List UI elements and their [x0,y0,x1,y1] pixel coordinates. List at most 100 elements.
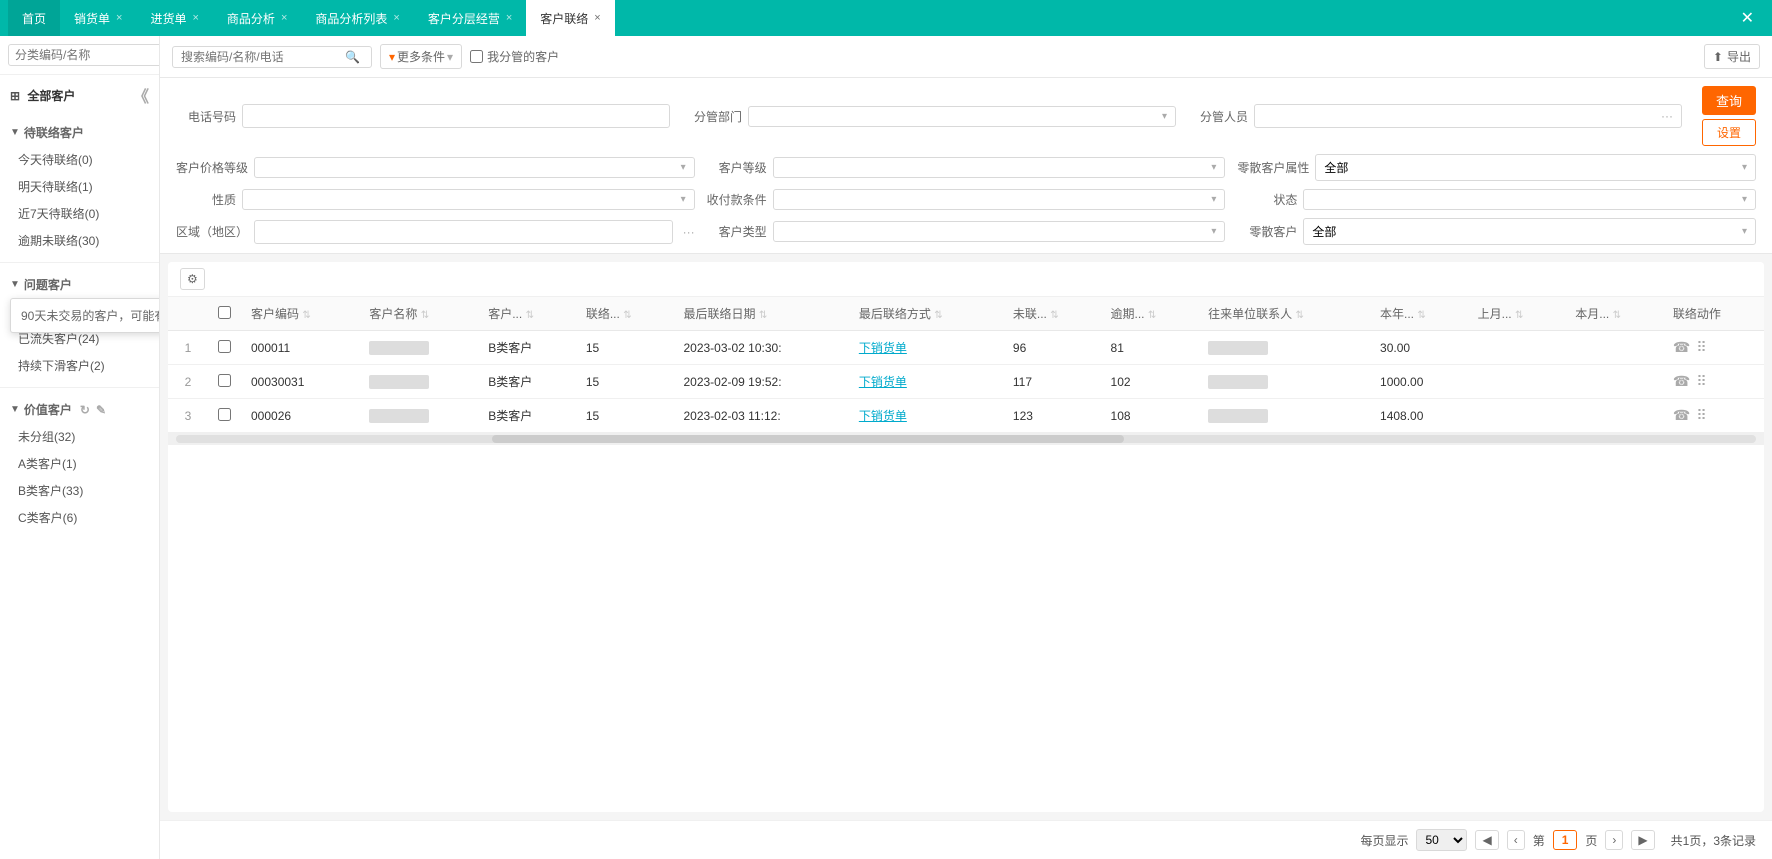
lmonth-sort-icon: ⇅ [1515,310,1523,321]
last-page-button[interactable]: ▶ [1631,830,1654,850]
th-this-year[interactable]: 本年... ⇅ [1370,297,1468,331]
sidebar-item-declining[interactable]: 持续下滑客户(2) [0,352,159,379]
th-last-month[interactable]: 上月... ⇅ [1468,297,1566,331]
refresh-icon[interactable]: ↻ [80,403,90,417]
close-customer-link-tab[interactable]: × [594,12,600,24]
th-this-month[interactable]: 本月... ⇅ [1565,297,1663,331]
sidebar-item-ungrouped[interactable]: 未分组(32) [0,423,159,450]
sidebar-item-tomorrow[interactable]: 明天待联络(1) [0,173,159,200]
tab-customer-link[interactable]: 客户联络 × [526,0,614,36]
sidebar-value-title[interactable]: ▼ 价值客户 ↻ ✎ [0,396,159,423]
sidebar-item-overdue[interactable]: 逾期未联络(30) [0,227,159,254]
last-method-link-1[interactable]: 下销货单 [859,375,907,389]
my-customers-checkbox[interactable]: 我分管的客户 [470,48,559,65]
action-more-icon-0[interactable]: ⠿ [1696,339,1706,356]
tab-sales[interactable]: 销货单 × [60,0,136,36]
close-analysis-list-tab[interactable]: × [393,12,399,24]
per-page-select[interactable]: 50 100 [1416,829,1467,851]
sidebar-item-a-class[interactable]: A类客户(1) [0,450,159,477]
filter-payment-select[interactable]: ▾ [773,189,1226,210]
scrollbar-thumb[interactable] [492,435,1124,443]
filter-status-select[interactable]: ▾ [1303,189,1756,210]
filter-zero-cust-select[interactable]: 全部 ▾ [1303,218,1756,245]
search-submit-icon[interactable]: 🔍 [345,50,360,64]
window-close-button[interactable]: ✕ [1731,8,1764,28]
cell-checkbox-2[interactable] [208,399,241,433]
search-bar: 🔍 ▾ 更多条件 ▾ 我分管的客户 ⬆ 导出 [160,36,1772,78]
filter-price-level-select[interactable]: ▾ [254,157,695,178]
sidebar-lost-title[interactable]: ▼ 问题客户 [0,271,159,298]
region-more-icon[interactable]: ··· [683,225,695,239]
filter-customer-level-select[interactable]: ▾ [773,157,1226,178]
last-method-link-2[interactable]: 下销货单 [859,409,907,423]
th-name[interactable]: 客户名称 ⇅ [359,297,478,331]
close-customer-tier-tab[interactable]: × [506,12,512,24]
content-area: 🔍 ▾ 更多条件 ▾ 我分管的客户 ⬆ 导出 电话号码 [160,36,1772,859]
action-contact-icon-1[interactable]: ☎ [1673,373,1690,390]
table-gear-button[interactable]: ⚙ [180,268,205,290]
row-checkbox-0[interactable] [218,340,231,353]
query-button[interactable]: 查询 [1702,86,1756,115]
cell-last-month-1 [1468,365,1566,399]
cell-checkbox-1[interactable] [208,365,241,399]
sidebar-item-7days[interactable]: 近7天待联络(0) [0,200,159,227]
tab-analysis-list[interactable]: 商品分析列表 × [301,0,413,36]
tab-analysis[interactable]: 商品分析 × [213,0,301,36]
sidebar-pending-title[interactable]: ▼ 待联络客户 [0,119,159,146]
filter-person-select[interactable]: ··· [1254,104,1682,128]
th-last-contact-date[interactable]: 最后联络日期 ⇅ [673,297,848,331]
setting-button[interactable]: 设置 [1702,119,1756,146]
cell-code-2: 000026 [241,399,359,433]
search-input[interactable] [181,50,341,64]
more-conditions-button[interactable]: ▾ 更多条件 ▾ [380,44,462,69]
prev-page-button[interactable]: ‹ [1507,830,1525,850]
filter-dept-select[interactable]: ▾ [748,106,1176,127]
tab-customer-tier[interactable]: 客户分层经营 × [414,0,526,36]
filter-nature-select[interactable]: ▾ [242,189,695,210]
export-button[interactable]: ⬆ 导出 [1704,44,1760,69]
sidebar-search-input[interactable] [8,44,160,66]
action-more-icon-1[interactable]: ⠿ [1696,373,1706,390]
sidebar-all-customers-title[interactable]: ⊞ 全部客户 《 [0,75,159,115]
th-uncontacted[interactable]: 未联... ⇅ [1003,297,1101,331]
action-contact-icon-2[interactable]: ☎ [1673,407,1690,424]
select-all-checkbox[interactable] [218,306,231,319]
last-method-link-0[interactable]: 下销货单 [859,341,907,355]
th-type[interactable]: 客户... ⇅ [478,297,576,331]
filter-ctype-select[interactable]: ▾ [773,221,1226,242]
close-purchase-tab[interactable]: × [192,12,198,24]
cell-name-2 [359,399,478,433]
close-analysis-tab[interactable]: × [281,12,287,24]
th-contact[interactable]: 联络... ⇅ [576,297,674,331]
sidebar-item-c-class[interactable]: C类客户(6) [0,504,159,531]
my-customers-check[interactable] [470,50,483,63]
sidebar-item-b-class[interactable]: B类客户(33) [0,477,159,504]
action-contact-icon-0[interactable]: ☎ [1673,339,1690,356]
tab-purchase[interactable]: 进货单 × [136,0,212,36]
close-sales-tab[interactable]: × [116,12,122,24]
filter-region-input[interactable] [254,220,673,244]
filter-phone-label: 电话号码 [176,108,236,125]
row-checkbox-2[interactable] [218,408,231,421]
th-code[interactable]: 客户编码 ⇅ [241,297,359,331]
next-page-button[interactable]: › [1605,830,1623,850]
first-page-button[interactable]: ◀ [1475,830,1498,850]
cell-checkbox-0[interactable] [208,331,241,365]
action-more-icon-2[interactable]: ⠿ [1696,407,1706,424]
th-last-contact-method[interactable]: 最后联络方式 ⇅ [849,297,1003,331]
sidebar-collapse-button[interactable]: 《 [133,83,149,107]
edit-icon[interactable]: ✎ [96,403,106,417]
tab-home[interactable]: 首页 [8,0,60,36]
tmonth-sort-icon: ⇅ [1613,310,1621,321]
current-page-number[interactable]: 1 [1553,830,1578,850]
th-unit-contact[interactable]: 往来单位联系人 ⇅ [1198,297,1370,331]
row-checkbox-1[interactable] [218,374,231,387]
more-icon[interactable]: ··· [1661,109,1673,123]
horizontal-scrollbar[interactable] [168,433,1764,445]
filter-phone-input[interactable] [242,104,670,128]
search-input-wrap[interactable]: 🔍 [172,46,372,68]
filter-icon: ▾ [389,50,395,64]
sidebar-item-today[interactable]: 今天待联络(0) [0,146,159,173]
th-overdue[interactable]: 逾期... ⇅ [1101,297,1199,331]
filter-zero-attr-select[interactable]: 全部 ▾ [1315,154,1756,181]
